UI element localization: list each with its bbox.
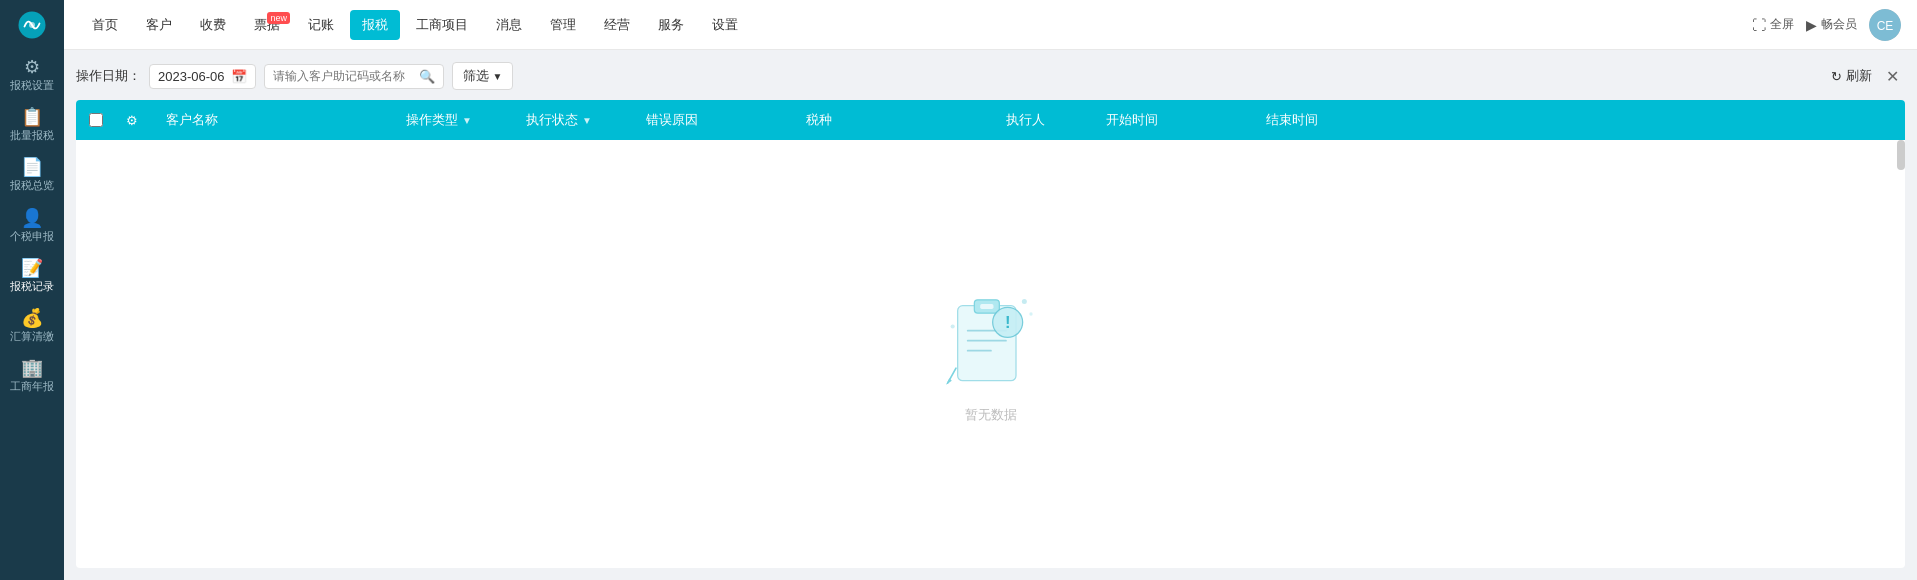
scroll-indicator[interactable]	[1897, 140, 1905, 170]
th-executor: 执行人	[996, 103, 1096, 137]
sidebar-item-baoshui-zonglian-label: 报税总览	[10, 179, 54, 192]
svg-point-16	[950, 324, 954, 328]
sidebar-item-huisuan-jiaona-label: 汇算清缴	[10, 330, 54, 343]
th-settings[interactable]: ⚙	[116, 105, 156, 136]
sidebar-item-baoshui-shezhi-label: 报税设置	[10, 79, 54, 92]
gongshang-nianbao-icon: 🏢	[21, 359, 43, 377]
th-tax-type: 税种	[796, 103, 996, 137]
search-icon: 🔍	[419, 69, 435, 84]
sidebar-item-huisuan-jiaona[interactable]: 💰 汇算清缴	[0, 301, 64, 351]
baoshui-jilu-icon: 📝	[21, 259, 43, 277]
empty-state: ! 暂无数据	[941, 284, 1041, 424]
topnav-item-jingying[interactable]: 经营	[592, 10, 642, 40]
sidebar-item-piliang-baoshui[interactable]: 📋 批量报税	[0, 100, 64, 150]
main-area: 首页 客户 收费 票据 new 记账 报税 工商项目 消息	[64, 0, 1917, 580]
piliang-baoshui-icon: 📋	[21, 108, 43, 126]
svg-rect-6	[980, 304, 993, 309]
table-header: ⚙ 客户名称 操作类型 ▼ 执行状态 ▼ 错误原因 税种	[76, 100, 1905, 140]
topnav: 首页 客户 收费 票据 new 记账 报税 工商项目 消息	[64, 0, 1917, 50]
sidebar-item-baoshui-shezhi[interactable]: ⚙ 报税设置	[0, 50, 64, 100]
sidebar-item-baoshui-zonglian[interactable]: 📄 报税总览	[0, 150, 64, 200]
sidebar-item-baoshui-jilu[interactable]: 📝 报税记录	[0, 251, 64, 301]
fullscreen-icon: ⛶	[1752, 17, 1766, 33]
geshuishenre-icon: 👤	[21, 209, 43, 227]
huisuan-jiaona-icon: 💰	[21, 309, 43, 327]
topnav-item-shezhi[interactable]: 设置	[700, 10, 750, 40]
topnav-item-gongshang-xiangmu[interactable]: 工商项目	[404, 10, 480, 40]
svg-point-15	[1029, 312, 1032, 315]
topnav-item-shoufei[interactable]: 收费	[188, 10, 238, 40]
th-exec-status[interactable]: 执行状态 ▼	[516, 103, 636, 137]
sidebar-item-baoshui-jilu-label: 报税记录	[10, 280, 54, 293]
chevron-down-icon: ▼	[493, 71, 503, 82]
svg-point-14	[1021, 299, 1026, 304]
date-label: 操作日期：	[76, 67, 141, 85]
sidebar-logo	[0, 0, 64, 50]
topnav-item-xiaoxi[interactable]: 消息	[484, 10, 534, 40]
avatar[interactable]: CE	[1869, 9, 1901, 41]
search-input[interactable]	[273, 69, 415, 83]
topnav-item-fuwu[interactable]: 服务	[646, 10, 696, 40]
topnav-item-jizhang[interactable]: 记账	[296, 10, 346, 40]
topnav-item-shouye[interactable]: 首页	[80, 10, 130, 40]
topnav-item-kehu[interactable]: 客户	[134, 10, 184, 40]
refresh-button[interactable]: ↻ 刷新	[1831, 67, 1872, 85]
sort-icon-exec-status: ▼	[582, 115, 592, 126]
toolbar: 操作日期： 2023-06-06 📅 🔍 筛选 ▼ ↻ 刷新 ✕	[76, 62, 1905, 90]
topnav-items: 首页 客户 收费 票据 new 记账 报税 工商项目 消息	[80, 10, 1752, 40]
th-customer-name: 客户名称	[156, 103, 396, 137]
settings-icon: ⚙	[126, 113, 138, 128]
sort-icon-operation-type: ▼	[462, 115, 472, 126]
empty-illustration: !	[941, 284, 1041, 394]
search-box[interactable]: 🔍	[264, 64, 444, 89]
member-button[interactable]: ▶ 畅会员	[1806, 16, 1857, 33]
topnav-item-piaoju[interactable]: 票据 new	[242, 10, 292, 40]
sidebar-item-geshuishenre[interactable]: 👤 个税申报	[0, 201, 64, 251]
topnav-item-baoshui[interactable]: 报税	[350, 10, 400, 40]
fullscreen-button[interactable]: ⛶ 全屏	[1752, 16, 1794, 33]
calendar-icon: 📅	[231, 69, 247, 84]
baoshui-shezhi-icon: ⚙	[24, 58, 40, 76]
date-picker[interactable]: 2023-06-06 📅	[149, 64, 256, 89]
topnav-item-guanli[interactable]: 管理	[538, 10, 588, 40]
filter-button[interactable]: 筛选 ▼	[452, 62, 514, 90]
topnav-right: ⛶ 全屏 ▶ 畅会员 CE	[1752, 9, 1901, 41]
close-button[interactable]: ✕	[1880, 65, 1905, 88]
th-start-time: 开始时间	[1096, 103, 1256, 137]
member-icon: ▶	[1806, 17, 1817, 33]
piaoju-new-badge: new	[267, 12, 290, 25]
sidebar-item-geshuishenre-label: 个税申报	[10, 230, 54, 243]
svg-text:CE: CE	[1877, 19, 1894, 33]
th-end-time: 结束时间	[1256, 103, 1396, 137]
select-all-checkbox[interactable]	[89, 113, 103, 127]
svg-point-1	[29, 22, 35, 28]
sidebar: ⚙ 报税设置 📋 批量报税 📄 报税总览 👤 个税申报 📝 报税记录 💰 汇算清…	[0, 0, 64, 580]
page-content: 操作日期： 2023-06-06 📅 🔍 筛选 ▼ ↻ 刷新 ✕	[64, 50, 1917, 580]
sidebar-item-gongshang-nianbao[interactable]: 🏢 工商年报	[0, 351, 64, 401]
table-container: ⚙ 客户名称 操作类型 ▼ 执行状态 ▼ 错误原因 税种	[76, 100, 1905, 568]
empty-text: 暂无数据	[965, 406, 1017, 424]
th-operation-type[interactable]: 操作类型 ▼	[396, 103, 516, 137]
th-checkbox[interactable]	[76, 105, 116, 135]
filter-label: 筛选	[463, 67, 489, 85]
refresh-icon: ↻	[1831, 69, 1842, 84]
table-body: ! 暂无数据	[76, 140, 1905, 568]
svg-marker-13	[946, 378, 952, 385]
th-error-reason: 错误原因	[636, 103, 796, 137]
sidebar-item-gongshang-nianbao-label: 工商年报	[10, 380, 54, 393]
svg-text:!: !	[1004, 313, 1010, 332]
baoshui-zonglian-icon: 📄	[21, 158, 43, 176]
sidebar-item-piliang-baoshui-label: 批量报税	[10, 129, 54, 142]
date-value: 2023-06-06	[158, 69, 225, 84]
